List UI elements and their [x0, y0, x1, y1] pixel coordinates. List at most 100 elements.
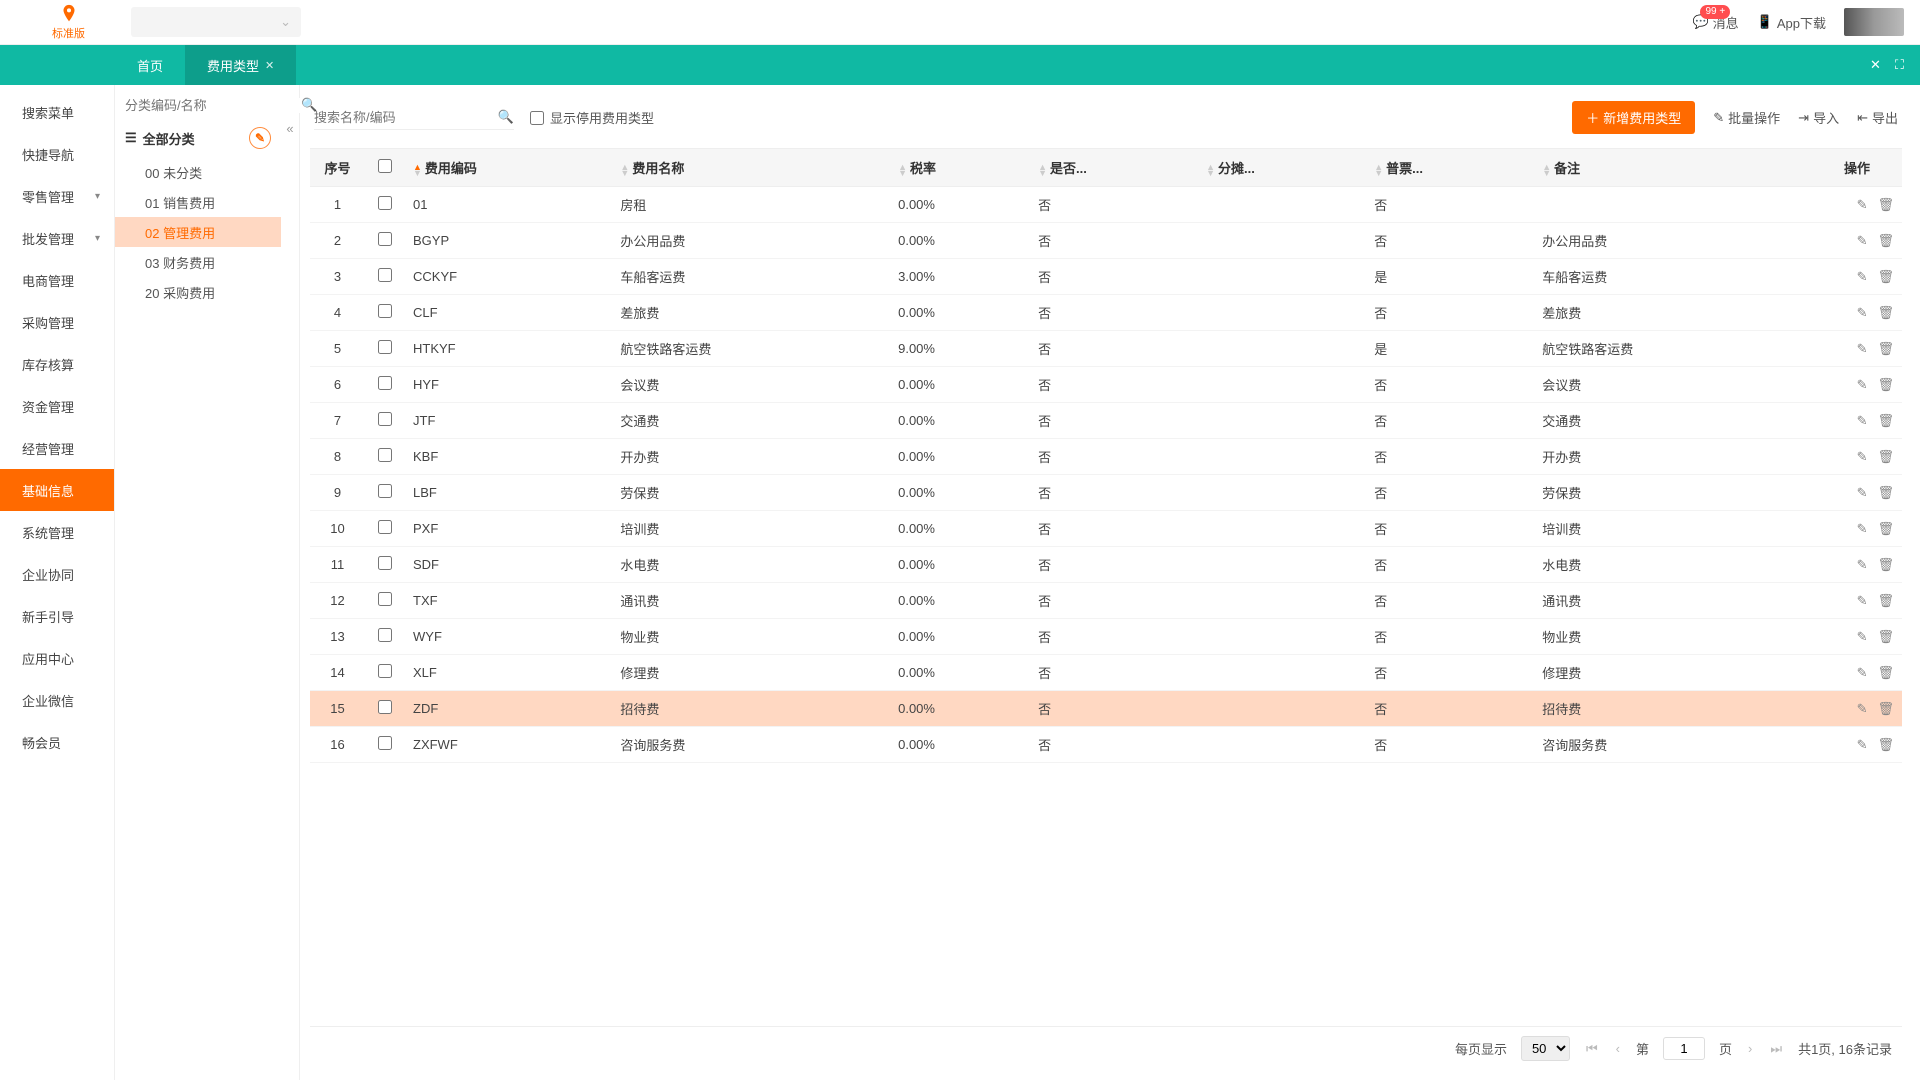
edit-row-icon[interactable]: ✎	[1857, 305, 1868, 321]
nav-item[interactable]: 经营管理	[0, 427, 114, 469]
tab-home[interactable]: 首页	[115, 45, 185, 85]
add-category-button[interactable]: ✎	[249, 127, 271, 149]
nav-item[interactable]: 企业协同	[0, 553, 114, 595]
col-ticket[interactable]: ▲▼普票...	[1366, 149, 1534, 187]
show-disabled-checkbox[interactable]: 显示停用费用类型	[530, 108, 654, 127]
edit-row-icon[interactable]: ✎	[1857, 485, 1868, 501]
nav-item[interactable]: 电商管理	[0, 259, 114, 301]
table-row[interactable]: 3 CCKYF 车船客运费 3.00% 否 是 车船客运费 ✎ 🗑	[310, 259, 1902, 295]
edit-row-icon[interactable]: ✎	[1857, 521, 1868, 537]
tab-close-all-icon[interactable]: ✕	[1870, 57, 1881, 73]
table-row[interactable]: 2 BGYP 办公用品费 0.00% 否 否 办公用品费 ✎ 🗑	[310, 223, 1902, 259]
select-all-checkbox[interactable]	[378, 159, 392, 173]
category-item[interactable]: 02 管理费用	[115, 217, 281, 247]
search-icon[interactable]: 🔍	[301, 97, 317, 113]
edit-row-icon[interactable]: ✎	[1857, 629, 1868, 645]
edit-row-icon[interactable]: ✎	[1857, 593, 1868, 609]
row-checkbox[interactable]	[378, 376, 392, 390]
delete-row-icon[interactable]: 🗑	[1877, 521, 1894, 537]
row-checkbox[interactable]	[378, 340, 392, 354]
import-button[interactable]: ⇥ 导入	[1798, 108, 1839, 127]
row-checkbox[interactable]	[378, 268, 392, 282]
category-all[interactable]: ☰ 全部分类 ✎	[115, 121, 281, 155]
table-row[interactable]: 4 CLF 差旅费 0.00% 否 否 差旅费 ✎ 🗑	[310, 295, 1902, 331]
table-row[interactable]: 9 LBF 劳保费 0.00% 否 否 劳保费 ✎ 🗑	[310, 475, 1902, 511]
nav-item[interactable]: 新手引导	[0, 595, 114, 637]
row-checkbox[interactable]	[378, 628, 392, 642]
col-share[interactable]: ▲▼分摊...	[1198, 149, 1366, 187]
edit-row-icon[interactable]: ✎	[1857, 449, 1868, 465]
delete-row-icon[interactable]: 🗑	[1877, 449, 1894, 465]
table-row[interactable]: 6 HYF 会议费 0.00% 否 否 会议费 ✎ 🗑	[310, 367, 1902, 403]
close-icon[interactable]: ✕	[265, 59, 274, 72]
row-checkbox[interactable]	[378, 520, 392, 534]
delete-row-icon[interactable]: 🗑	[1877, 557, 1894, 573]
table-row[interactable]: 10 PXF 培训费 0.00% 否 否 培训费 ✎ 🗑	[310, 511, 1902, 547]
edit-row-icon[interactable]: ✎	[1857, 701, 1868, 717]
row-checkbox[interactable]	[378, 196, 392, 210]
col-code[interactable]: ▲▼费用编码	[405, 149, 612, 187]
new-fee-type-button[interactable]: ＋ 新增费用类型	[1572, 101, 1695, 134]
avatar[interactable]	[1844, 8, 1904, 36]
nav-item[interactable]: 资金管理	[0, 385, 114, 427]
table-row[interactable]: 5 HTKYF 航空铁路客运费 9.00% 否 是 航空铁路客运费 ✎ 🗑	[310, 331, 1902, 367]
category-item[interactable]: 00 未分类	[115, 157, 281, 187]
nav-item[interactable]: 基础信息	[0, 469, 114, 511]
nav-item[interactable]: 畅会员	[0, 721, 114, 763]
delete-row-icon[interactable]: 🗑	[1877, 413, 1894, 429]
edit-row-icon[interactable]: ✎	[1857, 737, 1868, 753]
col-tax[interactable]: ▲▼税率	[890, 149, 1030, 187]
table-row[interactable]: 7 JTF 交通费 0.00% 否 否 交通费 ✎ 🗑	[310, 403, 1902, 439]
category-item[interactable]: 01 销售费用	[115, 187, 281, 217]
nav-item[interactable]: 批发管理▾	[0, 217, 114, 259]
delete-row-icon[interactable]: 🗑	[1877, 665, 1894, 681]
table-row[interactable]: 11 SDF 水电费 0.00% 否 否 水电费 ✎ 🗑	[310, 547, 1902, 583]
page-input[interactable]	[1663, 1037, 1705, 1060]
row-checkbox[interactable]	[378, 304, 392, 318]
app-download-button[interactable]: 📱 App下载	[1757, 13, 1826, 32]
edit-row-icon[interactable]: ✎	[1857, 341, 1868, 357]
nav-item[interactable]: 采购管理	[0, 301, 114, 343]
table-row[interactable]: 15 ZDF 招待费 0.00% 否 否 招待费 ✎ 🗑	[310, 691, 1902, 727]
edit-row-icon[interactable]: ✎	[1857, 557, 1868, 573]
row-checkbox[interactable]	[378, 412, 392, 426]
col-isx[interactable]: ▲▼是否...	[1030, 149, 1198, 187]
col-remark[interactable]: ▲▼备注	[1534, 149, 1812, 187]
row-checkbox[interactable]	[378, 232, 392, 246]
delete-row-icon[interactable]: 🗑	[1877, 593, 1894, 609]
row-checkbox[interactable]	[378, 484, 392, 498]
edit-row-icon[interactable]: ✎	[1857, 233, 1868, 249]
table-row[interactable]: 1 01 房租 0.00% 否 否 ✎ 🗑	[310, 187, 1902, 223]
row-checkbox[interactable]	[378, 736, 392, 750]
col-name[interactable]: ▲▼费用名称	[612, 149, 890, 187]
export-button[interactable]: ⇤ 导出	[1857, 108, 1898, 127]
collapse-panel-button[interactable]: «	[281, 121, 299, 136]
table-row[interactable]: 14 XLF 修理费 0.00% 否 否 修理费 ✎ 🗑	[310, 655, 1902, 691]
tab-fee-type[interactable]: 费用类型 ✕	[185, 45, 296, 85]
delete-row-icon[interactable]: 🗑	[1877, 197, 1894, 213]
row-checkbox[interactable]	[378, 556, 392, 570]
nav-item[interactable]: 零售管理▾	[0, 175, 114, 217]
edit-row-icon[interactable]: ✎	[1857, 377, 1868, 393]
nav-item[interactable]: 企业微信	[0, 679, 114, 721]
col-checkbox[interactable]	[365, 149, 405, 187]
page-last-button[interactable]: ⏭	[1768, 1041, 1784, 1057]
fullscreen-icon[interactable]: ⛶	[1895, 57, 1904, 73]
category-item[interactable]: 20 采购费用	[115, 277, 281, 307]
edit-row-icon[interactable]: ✎	[1857, 197, 1868, 213]
delete-row-icon[interactable]: 🗑	[1877, 701, 1894, 717]
row-checkbox[interactable]	[378, 700, 392, 714]
table-row[interactable]: 16 ZXFWF 咨询服务费 0.00% 否 否 咨询服务费 ✎ 🗑	[310, 727, 1902, 763]
nav-item[interactable]: 搜索菜单	[0, 91, 114, 133]
delete-row-icon[interactable]: 🗑	[1877, 629, 1894, 645]
nav-item[interactable]: 系统管理	[0, 511, 114, 553]
company-selector[interactable]: ⌄	[131, 7, 301, 37]
col-idx[interactable]: 序号	[310, 149, 365, 187]
table-row[interactable]: 8 KBF 开办费 0.00% 否 否 开办费 ✎ 🗑	[310, 439, 1902, 475]
delete-row-icon[interactable]: 🗑	[1877, 737, 1894, 753]
row-checkbox[interactable]	[378, 592, 392, 606]
edit-row-icon[interactable]: ✎	[1857, 413, 1868, 429]
delete-row-icon[interactable]: 🗑	[1877, 377, 1894, 393]
nav-item[interactable]: 应用中心	[0, 637, 114, 679]
delete-row-icon[interactable]: 🗑	[1877, 341, 1894, 357]
